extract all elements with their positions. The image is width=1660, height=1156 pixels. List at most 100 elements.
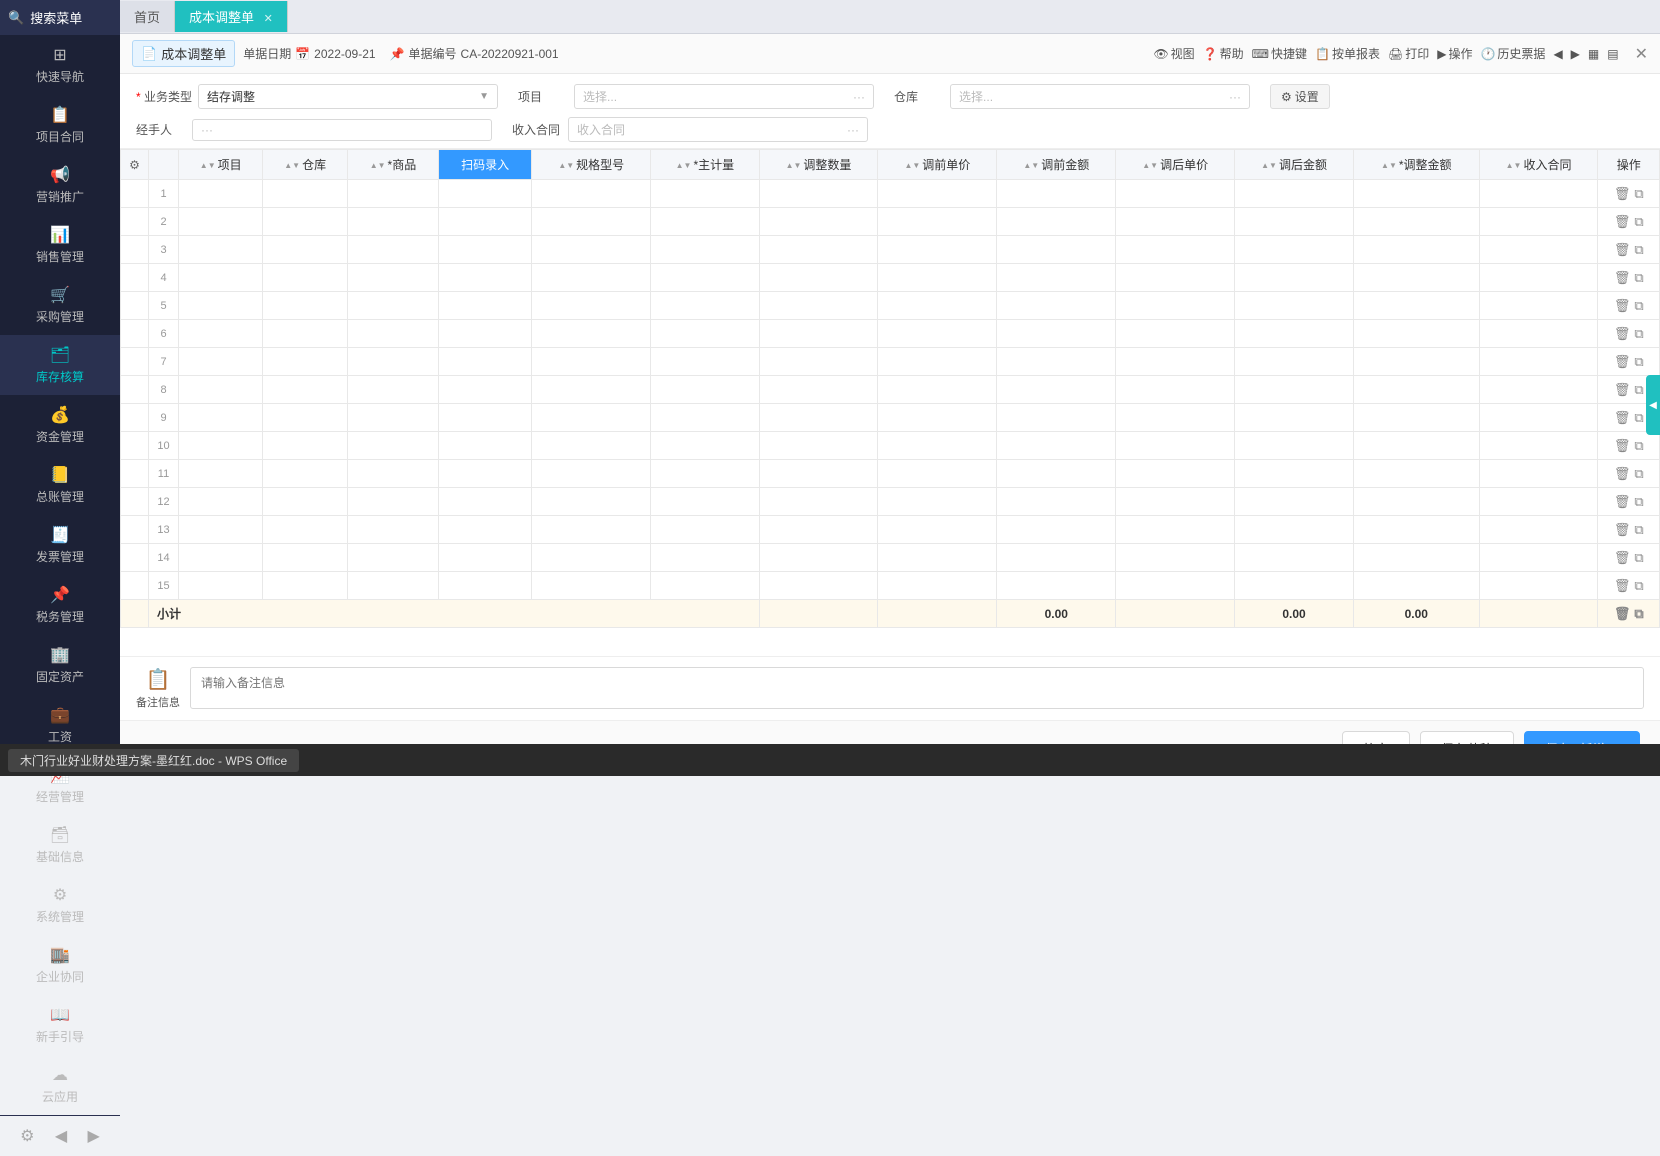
cell-postamt-11[interactable] — [1235, 460, 1354, 488]
cell-spec-9[interactable] — [532, 404, 651, 432]
cell-unit-14[interactable] — [651, 544, 759, 572]
col-post-unit-price[interactable]: ▲▼调后单价 — [1116, 150, 1235, 180]
cell-spec-2[interactable] — [532, 208, 651, 236]
cell-adjqty-5[interactable] — [759, 292, 878, 320]
sidebar-item-sys-settings[interactable]: ⚙ 系统管理 — [0, 875, 120, 935]
cell-product-12[interactable] — [347, 488, 438, 516]
sidebar-item-new-guide[interactable]: 📖 新手引导 — [0, 995, 120, 1055]
cell-spec-10[interactable] — [532, 432, 651, 460]
cell-unit-7[interactable] — [651, 348, 759, 376]
cell-income-4[interactable] — [1479, 264, 1598, 292]
cell-postamt-1[interactable] — [1235, 180, 1354, 208]
cell-adjamt-7[interactable] — [1354, 348, 1480, 376]
tab-close-icon[interactable]: ✕ — [264, 13, 273, 25]
cell-preup-8[interactable] — [878, 376, 997, 404]
cell-income-12[interactable] — [1479, 488, 1598, 516]
settings-icon[interactable]: ⚙ — [20, 1126, 34, 1146]
cell-preamt-6[interactable] — [997, 320, 1116, 348]
col-project[interactable]: ▲▼项目 — [179, 150, 263, 180]
cell-spec-11[interactable] — [532, 460, 651, 488]
cell-project-13[interactable] — [179, 516, 263, 544]
cell-postup-14[interactable] — [1116, 544, 1235, 572]
expand-icon[interactable]: ▶ — [88, 1126, 100, 1146]
sidebar-item-project-contract[interactable]: 📋 项目合同 — [0, 95, 120, 155]
cell-postamt-6[interactable] — [1235, 320, 1354, 348]
warehouse-field[interactable]: 选择... ··· — [950, 84, 1250, 109]
cell-income-11[interactable] — [1479, 460, 1598, 488]
cell-scan-13[interactable] — [439, 516, 532, 544]
copy-icon-8[interactable]: ⧉ — [1634, 382, 1643, 398]
cell-project-6[interactable] — [179, 320, 263, 348]
cell-warehouse-4[interactable] — [263, 264, 347, 292]
cell-unit-8[interactable] — [651, 376, 759, 404]
col-unit[interactable]: ▲▼*主计量 — [651, 150, 759, 180]
cell-postamt-4[interactable] — [1235, 264, 1354, 292]
cell-unit-3[interactable] — [651, 236, 759, 264]
cell-unit-11[interactable] — [651, 460, 759, 488]
cell-income-8[interactable] — [1479, 376, 1598, 404]
tab-home[interactable]: 首页 — [120, 1, 175, 32]
cell-project-14[interactable] — [179, 544, 263, 572]
delete-icon-10[interactable]: 🗑 — [1614, 438, 1631, 454]
shortcut-btn[interactable]: ⌨ 快捷键 — [1252, 45, 1307, 62]
sidebar-item-inventory-calc[interactable]: 🗂 库存核算 — [0, 335, 120, 395]
delete-icon-14[interactable]: 🗑 — [1614, 550, 1631, 566]
cell-preup-11[interactable] — [878, 460, 997, 488]
cell-spec-5[interactable] — [532, 292, 651, 320]
cell-income-9[interactable] — [1479, 404, 1598, 432]
cell-postup-11[interactable] — [1116, 460, 1235, 488]
cell-preup-6[interactable] — [878, 320, 997, 348]
cell-project-1[interactable] — [179, 180, 263, 208]
cell-project-5[interactable] — [179, 292, 263, 320]
cell-preup-14[interactable] — [878, 544, 997, 572]
cell-product-9[interactable] — [347, 404, 438, 432]
cell-income-2[interactable] — [1479, 208, 1598, 236]
cell-unit-10[interactable] — [651, 432, 759, 460]
cell-warehouse-3[interactable] — [263, 236, 347, 264]
cell-adjqty-4[interactable] — [759, 264, 878, 292]
cell-project-12[interactable] — [179, 488, 263, 516]
copy-icon-9[interactable]: ⧉ — [1634, 410, 1643, 426]
cell-preup-10[interactable] — [878, 432, 997, 460]
cell-adjamt-1[interactable] — [1354, 180, 1480, 208]
cell-warehouse-10[interactable] — [263, 432, 347, 460]
cell-unit-2[interactable] — [651, 208, 759, 236]
cell-project-2[interactable] — [179, 208, 263, 236]
cell-adjqty-10[interactable] — [759, 432, 878, 460]
cell-project-8[interactable] — [179, 376, 263, 404]
cell-preup-1[interactable] — [878, 180, 997, 208]
copy-icon-13[interactable]: ⧉ — [1634, 522, 1643, 538]
cell-preup-15[interactable] — [878, 572, 997, 600]
sidebar-item-capital-mgmt[interactable]: 💰 资金管理 — [0, 395, 120, 455]
col-scan[interactable]: 扫码录入 — [439, 150, 532, 180]
cell-preamt-5[interactable] — [997, 292, 1116, 320]
cell-warehouse-1[interactable] — [263, 180, 347, 208]
cell-unit-1[interactable] — [651, 180, 759, 208]
cell-adjqty-9[interactable] — [759, 404, 878, 432]
cell-postamt-14[interactable] — [1235, 544, 1354, 572]
cell-postup-7[interactable] — [1116, 348, 1235, 376]
cell-income-10[interactable] — [1479, 432, 1598, 460]
cell-income-3[interactable] — [1479, 236, 1598, 264]
copy-icon-12[interactable]: ⧉ — [1634, 494, 1643, 510]
handler-field[interactable]: ··· — [192, 119, 492, 141]
collapse-icon[interactable]: ◀ — [55, 1126, 67, 1146]
cell-project-9[interactable] — [179, 404, 263, 432]
cell-product-6[interactable] — [347, 320, 438, 348]
cell-spec-4[interactable] — [532, 264, 651, 292]
cell-preup-5[interactable] — [878, 292, 997, 320]
cell-scan-7[interactable] — [439, 348, 532, 376]
cell-scan-2[interactable] — [439, 208, 532, 236]
cell-preup-7[interactable] — [878, 348, 997, 376]
cell-project-3[interactable] — [179, 236, 263, 264]
cell-product-14[interactable] — [347, 544, 438, 572]
cell-scan-1[interactable] — [439, 180, 532, 208]
col-product[interactable]: ▲▼*商品 — [347, 150, 438, 180]
project-field[interactable]: 选择... ··· — [574, 84, 874, 109]
cell-warehouse-11[interactable] — [263, 460, 347, 488]
cell-adjqty-11[interactable] — [759, 460, 878, 488]
cell-scan-6[interactable] — [439, 320, 532, 348]
col-post-amount[interactable]: ▲▼调后金额 — [1235, 150, 1354, 180]
cell-postup-5[interactable] — [1116, 292, 1235, 320]
delete-icon-6[interactable]: 🗑 — [1614, 326, 1631, 342]
